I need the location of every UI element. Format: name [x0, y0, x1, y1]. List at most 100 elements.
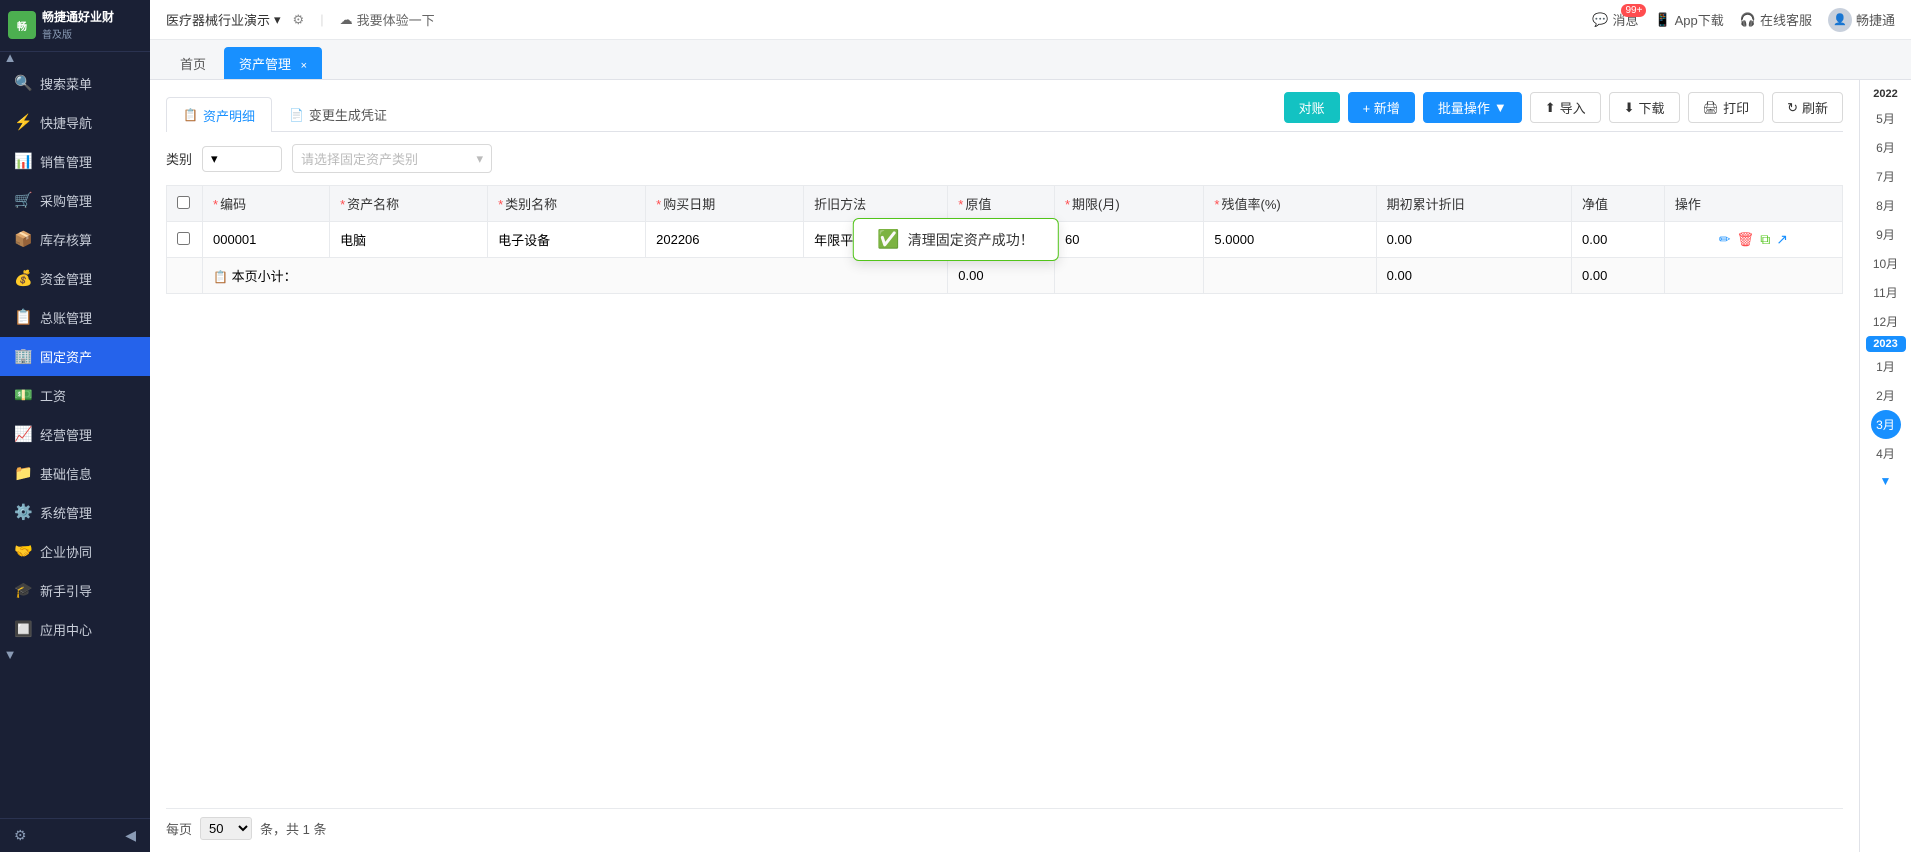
- refresh-icon: ↻: [1787, 100, 1798, 116]
- subtotal-period-empty: [1054, 258, 1203, 294]
- sidebar-label-guide: 新手引导: [40, 581, 92, 600]
- sidebar-item-apps[interactable]: 🔲 应用中心: [0, 610, 150, 649]
- export-button[interactable]: ⬆ 导入: [1530, 92, 1601, 123]
- sidebar-item-funds[interactable]: 💰 资金管理: [0, 259, 150, 298]
- sidebar-label-inventory: 库存核算: [40, 230, 92, 249]
- sidebar-label-search: 搜索菜单: [40, 74, 92, 93]
- row-checkbox[interactable]: [177, 232, 190, 245]
- print-button[interactable]: 🖨 打印: [1688, 92, 1765, 123]
- batch-button[interactable]: 批量操作 ▼: [1423, 92, 1522, 123]
- month-expand-icon[interactable]: ▼: [1864, 468, 1908, 494]
- sidebar-label-fixed: 固定资产: [40, 347, 92, 366]
- sidebar-label-payroll: 工资: [40, 386, 66, 405]
- sidebar-item-sales[interactable]: 📊 销售管理: [0, 142, 150, 181]
- delete-icon[interactable]: 🗑: [1737, 231, 1755, 248]
- month-2022-6[interactable]: 6月: [1864, 133, 1908, 162]
- message-icon: 💬: [1592, 12, 1608, 28]
- col-residual-rate: *残值率(%): [1204, 186, 1376, 222]
- corp-icon: 🤝: [14, 542, 32, 560]
- sidebar-label-operation: 经营管理: [40, 425, 92, 444]
- system-icon: ⚙️: [14, 503, 32, 521]
- experience-label: 我要体验一下: [357, 10, 435, 29]
- month-2022-11[interactable]: 11月: [1864, 278, 1908, 307]
- tab-asset-mgmt[interactable]: 资产管理 ×: [224, 47, 322, 79]
- subtotal-ops-empty: [1664, 258, 1842, 294]
- refresh-button[interactable]: ↻ 刷新: [1772, 92, 1843, 123]
- month-2022-8[interactable]: 8月: [1864, 191, 1908, 220]
- topbar-separator: |: [320, 12, 323, 27]
- sidebar-item-payroll[interactable]: 💵 工资: [0, 376, 150, 415]
- filter-type-input[interactable]: 请选择固定资产类别 ▾: [292, 144, 492, 173]
- month-2023-3-active[interactable]: 3月: [1871, 410, 1901, 439]
- funds-icon: 💰: [14, 269, 32, 287]
- app-icon: 📱: [1654, 12, 1670, 28]
- month-2022-12[interactable]: 12月: [1864, 307, 1908, 336]
- per-page-select[interactable]: 50 100 200: [200, 817, 252, 840]
- sidebar-item-purchase[interactable]: 🛒 采购管理: [0, 181, 150, 220]
- month-2022-10[interactable]: 10月: [1864, 249, 1908, 278]
- cell-net-value: 0.00: [1572, 222, 1665, 258]
- subtotal-accumulated: 0.00: [1376, 258, 1571, 294]
- sidebar-scroll-down[interactable]: ▼: [0, 649, 20, 661]
- sidebar-item-corp[interactable]: 🤝 企业协同: [0, 532, 150, 571]
- app-download-btn[interactable]: 📱 App下载: [1654, 10, 1723, 29]
- collapse-sidebar-icon[interactable]: ◀: [125, 827, 136, 844]
- action-buttons: 对账 + 新增 批量操作 ▼ ⬆ 导入 ⬇ 下载: [1284, 92, 1843, 131]
- month-2022-9[interactable]: 9月: [1864, 220, 1908, 249]
- month-2023-1[interactable]: 1月: [1864, 352, 1908, 381]
- month-2023-2[interactable]: 2月: [1864, 381, 1908, 410]
- year-2023-badge[interactable]: 2023: [1866, 336, 1906, 352]
- topbar-gear-icon[interactable]: ⚙: [293, 12, 305, 28]
- tab-home[interactable]: 首页: [166, 48, 220, 79]
- month-2022-7[interactable]: 7月: [1864, 162, 1908, 191]
- more-icon[interactable]: ↗: [1776, 231, 1788, 248]
- sidebar-item-fixed[interactable]: 🏢 固定资产: [0, 337, 150, 376]
- sidebar-item-quicknav[interactable]: ⚡ 快捷导航: [0, 103, 150, 142]
- service-icon: 🎧: [1740, 12, 1756, 28]
- copy-icon[interactable]: ⧉: [1760, 231, 1770, 248]
- export-icon: ⬆: [1545, 100, 1556, 116]
- edit-icon[interactable]: ✏: [1719, 231, 1731, 248]
- add-button[interactable]: + 新增: [1348, 92, 1415, 123]
- settings-icon[interactable]: ⚙: [14, 827, 27, 844]
- operation-icon: 📈: [14, 425, 32, 443]
- sidebar-item-system[interactable]: ⚙️ 系统管理: [0, 493, 150, 532]
- user-btn[interactable]: 👤 畅捷通: [1828, 8, 1895, 32]
- tab-asset-mgmt-close[interactable]: ×: [301, 60, 307, 72]
- sub-tab-asset-detail[interactable]: 📋 资产明细: [166, 97, 272, 132]
- download-button[interactable]: ⬇ 下载: [1609, 92, 1680, 123]
- cell-period: 60: [1054, 222, 1203, 258]
- reconcile-button[interactable]: 对账: [1284, 92, 1340, 123]
- message-btn[interactable]: 💬 消息 99+: [1592, 10, 1638, 29]
- filter-input-dropdown-icon: ▾: [476, 151, 483, 167]
- print-label: 打印: [1723, 98, 1749, 117]
- sidebar-item-inventory[interactable]: 📦 库存核算: [0, 220, 150, 259]
- month-2023-4[interactable]: 4月: [1864, 439, 1908, 468]
- sidebar-label-ledger: 总账管理: [40, 308, 92, 327]
- sidebar-item-search[interactable]: 🔍 搜索菜单: [0, 64, 150, 103]
- app-logo: 畅: [8, 11, 36, 39]
- online-service-btn[interactable]: 🎧 在线客服: [1740, 10, 1812, 29]
- select-all-checkbox[interactable]: [177, 196, 190, 209]
- col-category: *类别名称: [488, 186, 646, 222]
- filter-type-select[interactable]: ▾: [202, 146, 282, 172]
- company-name: 医疗器械行业演示: [166, 10, 270, 29]
- sidebar-item-operation[interactable]: 📈 经营管理: [0, 415, 150, 454]
- filter-type-label: 类别: [166, 149, 192, 168]
- month-2022-5[interactable]: 5月: [1864, 104, 1908, 133]
- sidebar-item-guide[interactable]: 🎓 新手引导: [0, 571, 150, 610]
- sidebar-nav: ▲ 🔍 搜索菜单 ⚡ 快捷导航 📊 销售管理 🛒 采购管理 📦 库存核算 💰 资…: [0, 52, 150, 818]
- sub-tab-voucher-gen[interactable]: 📄 变更生成凭证: [272, 97, 404, 131]
- sidebar-item-ledger[interactable]: 📋 总账管理: [0, 298, 150, 337]
- col-net-value: 净值: [1572, 186, 1665, 222]
- sidebar-scroll-up[interactable]: ▲: [0, 52, 20, 64]
- experience-btn[interactable]: ☁ 我要体验一下: [340, 10, 435, 29]
- company-selector[interactable]: 医疗器械行业演示 ▾: [166, 10, 281, 29]
- avatar: 👤: [1828, 8, 1852, 32]
- panel-collapse-btn[interactable]: ◀: [1859, 80, 1860, 99]
- sales-icon: 📊: [14, 152, 32, 170]
- sidebar-item-basic[interactable]: 📁 基础信息: [0, 454, 150, 493]
- table-scroll[interactable]: *编码 *资产名称 *类别名称 *购买日期 折旧方法 *原值 *期限(月) *残…: [166, 185, 1843, 808]
- cell-accumulated-depreciation: 0.00: [1376, 222, 1571, 258]
- quicknav-icon: ⚡: [14, 113, 32, 131]
